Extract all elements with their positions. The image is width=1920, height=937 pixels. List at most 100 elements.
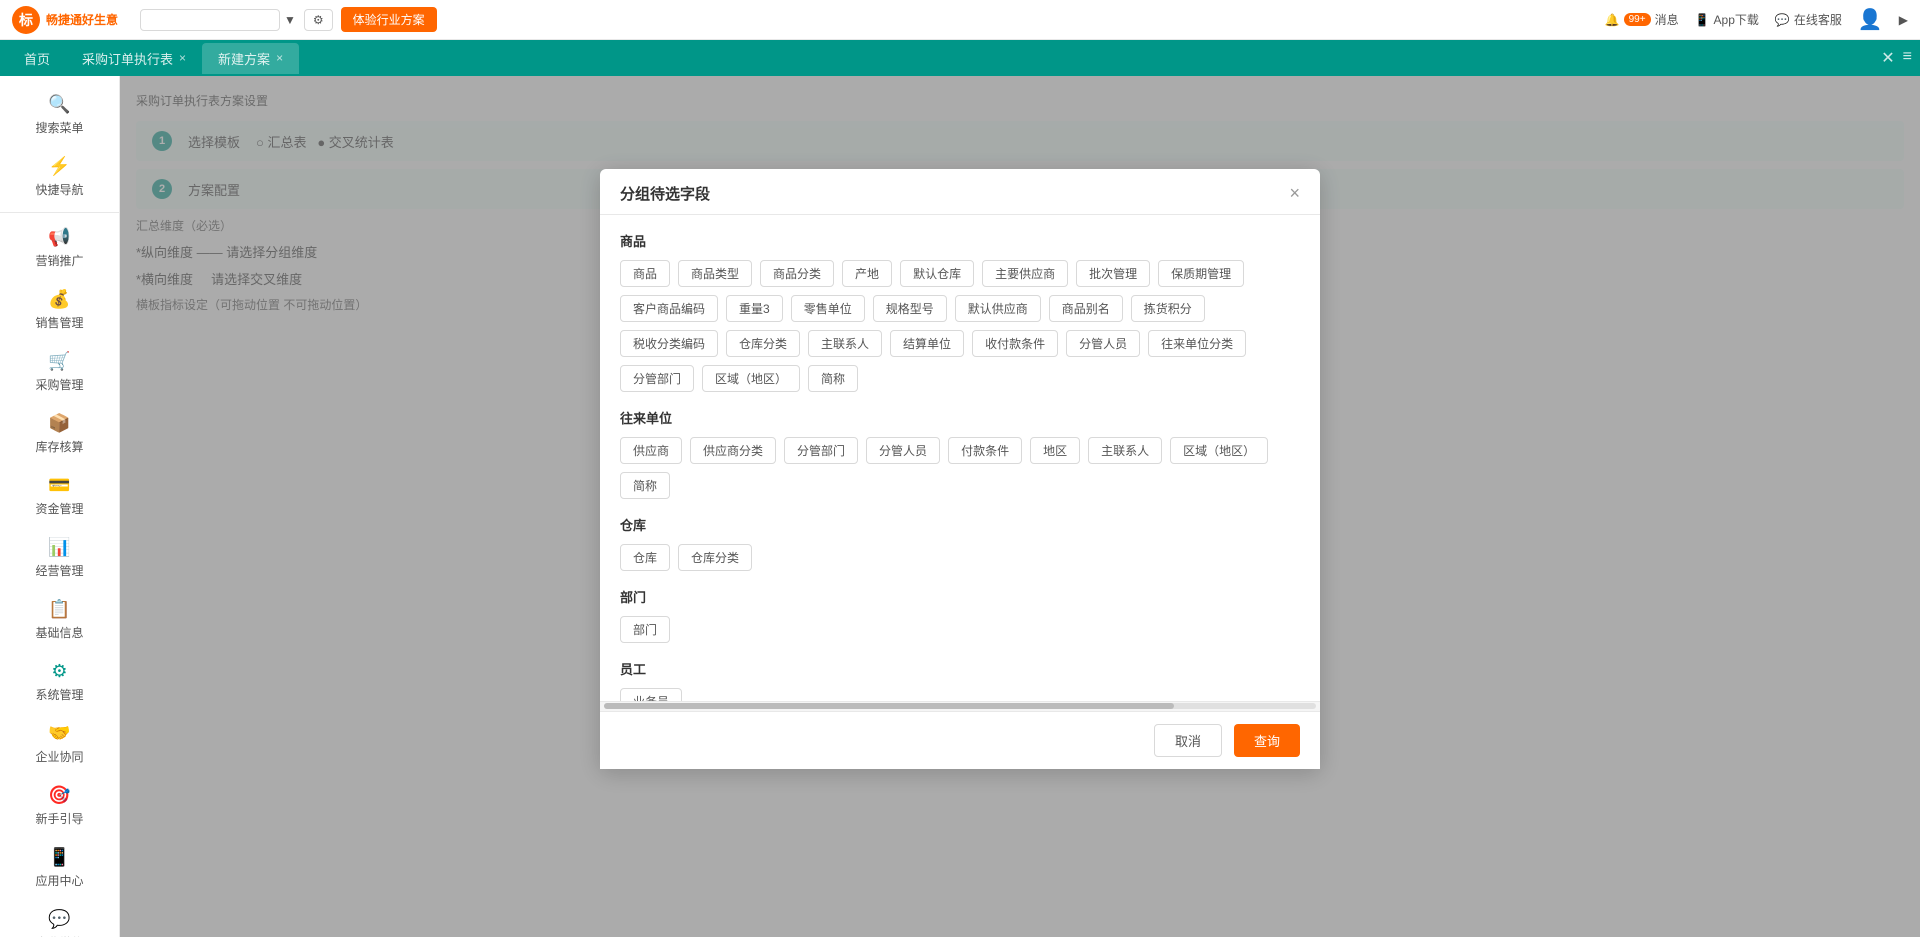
top-header: 标 畅捷通好生意 ▼ ⚙ 体验行业方案 🔔 99+ 消息 📱 App下载 💬 在… [0, 0, 1920, 40]
tab-bar: 首页 采购订单执行表 × 新建方案 × ✕ ≡ [0, 40, 1920, 76]
field-tag-商品-24[interactable]: 简称 [808, 365, 858, 392]
field-tag-商品-19[interactable]: 收付款条件 [972, 330, 1058, 357]
sidebar-item-guide[interactable]: 🎯 新手引导 [0, 775, 119, 837]
field-tag-仓库-1[interactable]: 仓库分类 [678, 544, 752, 571]
sidebar-item-basic[interactable]: 📋 基础信息 [0, 589, 119, 651]
field-tag-往来单位-0[interactable]: 供应商 [620, 437, 682, 464]
sidebar-purchase-label: 采购管理 [35, 376, 83, 393]
header-search-input[interactable] [140, 9, 280, 31]
trial-btn[interactable]: 体验行业方案 [341, 7, 437, 32]
notification-icon: 🔔 [1605, 13, 1620, 27]
field-tag-仓库-0[interactable]: 仓库 [620, 544, 670, 571]
user-expand[interactable]: ▶ [1899, 13, 1908, 27]
field-tag-往来单位-6[interactable]: 主联系人 [1088, 437, 1162, 464]
field-tag-商品-2[interactable]: 商品分类 [760, 260, 834, 287]
field-tag-商品-1[interactable]: 商品类型 [678, 260, 752, 287]
header-settings-btn[interactable]: ⚙ [304, 9, 333, 31]
sidebar-item-finance[interactable]: 💳 资金管理 [0, 465, 119, 527]
field-tag-商品-22[interactable]: 分管部门 [620, 365, 694, 392]
section-fields-往来单位: 供应商供应商分类分管部门分管人员付款条件地区主联系人区域（地区） 简称 [620, 437, 1300, 499]
notification-badge: 99+ [1624, 13, 1651, 26]
field-tag-往来单位-8[interactable]: 简称 [620, 472, 670, 499]
field-tag-商品-11[interactable]: 规格型号 [873, 295, 947, 322]
modal-header: 分组待选字段 × [600, 169, 1320, 215]
field-tag-商品-8[interactable]: 客户商品编码 [620, 295, 718, 322]
sidebar-item-shortcut[interactable]: ⚡ 快捷导航 [0, 146, 119, 208]
sidebar-item-wechat[interactable]: 💬 企业微信 [0, 899, 119, 937]
field-tag-员工-0[interactable]: 业务员 [620, 688, 682, 701]
confirm-button[interactable]: 查询 [1234, 724, 1300, 757]
field-tag-商品-0[interactable]: 商品 [620, 260, 670, 287]
modal-title: 分组待选字段 [620, 183, 710, 204]
field-tag-商品-21[interactable]: 往来单位分类 [1148, 330, 1246, 357]
field-tag-商品-20[interactable]: 分管人员 [1066, 330, 1140, 357]
field-tag-商品-10[interactable]: 零售单位 [791, 295, 865, 322]
operation-icon: 📊 [48, 537, 70, 558]
field-tag-商品-4[interactable]: 默认仓库 [900, 260, 974, 287]
field-tag-商品-7[interactable]: 保质期管理 [1158, 260, 1244, 287]
sidebar-item-search[interactable]: 🔍 搜索菜单 [0, 84, 119, 146]
sidebar-item-inventory[interactable]: 📦 库存核算 [0, 403, 119, 465]
modal-hscroll[interactable] [600, 701, 1320, 711]
section-fields-仓库: 仓库仓库分类 [620, 544, 1300, 571]
notification-item[interactable]: 🔔 99+ 消息 [1605, 11, 1679, 28]
sidebar-item-marketing[interactable]: 📢 营销推广 [0, 217, 119, 279]
appstore-icon: 📱 [48, 847, 70, 868]
field-tag-商品-5[interactable]: 主要供应商 [982, 260, 1068, 287]
field-tag-往来单位-2[interactable]: 分管部门 [784, 437, 858, 464]
section-title-部门: 部门 [620, 587, 1300, 606]
modal-close-btn[interactable]: × [1289, 183, 1300, 204]
field-tag-商品-18[interactable]: 结算单位 [890, 330, 964, 357]
user-avatar[interactable]: 👤 [1858, 7, 1883, 32]
cancel-button[interactable]: 取消 [1154, 724, 1222, 757]
logo-area: 标 畅捷通好生意 [12, 6, 132, 34]
field-tag-商品-9[interactable]: 重量3 [726, 295, 783, 322]
field-tag-往来单位-5[interactable]: 地区 [1030, 437, 1080, 464]
tab-new-plan-close[interactable]: × [276, 51, 283, 65]
guide-icon: 🎯 [48, 785, 70, 806]
sidebar-item-system[interactable]: ⚙ 系统管理 [0, 651, 119, 713]
logo-text: 畅捷通好生意 [46, 11, 118, 28]
app-icon: 📱 [1695, 13, 1710, 27]
field-tag-往来单位-1[interactable]: 供应商分类 [690, 437, 776, 464]
app-label: App下载 [1714, 11, 1759, 28]
service-icon: 💬 [1775, 13, 1790, 27]
field-tag-商品-15[interactable]: 税收分类编码 [620, 330, 718, 357]
collab-icon: 🤝 [48, 723, 70, 744]
header-right: 🔔 99+ 消息 📱 App下载 💬 在线客服 👤 ▶ [1605, 7, 1908, 32]
header-search-dropdown[interactable]: ▼ [284, 13, 296, 27]
field-tag-往来单位-7[interactable]: 区域（地区） [1170, 437, 1268, 464]
marketing-icon: 📢 [48, 227, 70, 248]
tab-purchase-exec[interactable]: 采购订单执行表 × [66, 43, 202, 74]
sidebar-item-collab[interactable]: 🤝 企业协同 [0, 713, 119, 775]
field-tag-商品-14[interactable]: 拣货积分 [1131, 295, 1205, 322]
section-商品: 商品商品商品类型商品分类产地默认仓库主要供应商批次管理保质期管理客户商品编码重量… [620, 231, 1300, 392]
sidebar-operation-label: 经营管理 [35, 562, 83, 579]
field-tag-商品-17[interactable]: 主联系人 [808, 330, 882, 357]
field-tag-部门-0[interactable]: 部门 [620, 616, 670, 643]
tab-home[interactable]: 首页 [8, 43, 66, 74]
sidebar-item-appstore[interactable]: 📱 应用中心 [0, 837, 119, 899]
tab-new-plan[interactable]: 新建方案 × [202, 43, 299, 74]
tab-new-plan-label: 新建方案 [218, 49, 270, 68]
field-tag-商品-6[interactable]: 批次管理 [1076, 260, 1150, 287]
online-service-item[interactable]: 💬 在线客服 [1775, 11, 1842, 28]
section-title-往来单位: 往来单位 [620, 408, 1300, 427]
tab-close-all[interactable]: ✕ [1881, 48, 1894, 68]
sidebar-item-operation[interactable]: 📊 经营管理 [0, 527, 119, 589]
field-tag-往来单位-3[interactable]: 分管人员 [866, 437, 940, 464]
header-search-area: ▼ ⚙ 体验行业方案 [140, 7, 437, 32]
notification-label: 消息 [1655, 11, 1679, 28]
sidebar-item-sales[interactable]: 💰 销售管理 [0, 279, 119, 341]
field-tag-商品-12[interactable]: 默认供应商 [955, 295, 1041, 322]
tab-menu[interactable]: ≡ [1903, 48, 1912, 68]
app-download-item[interactable]: 📱 App下载 [1695, 11, 1759, 28]
field-tag-往来单位-4[interactable]: 付款条件 [948, 437, 1022, 464]
field-tag-商品-13[interactable]: 商品别名 [1049, 295, 1123, 322]
tab-purchase-exec-close[interactable]: × [179, 51, 186, 65]
field-tag-商品-3[interactable]: 产地 [842, 260, 892, 287]
modal-footer: 取消 查询 [600, 711, 1320, 769]
sidebar-item-purchase[interactable]: 🛒 采购管理 [0, 341, 119, 403]
field-tag-商品-23[interactable]: 区域（地区） [702, 365, 800, 392]
field-tag-商品-16[interactable]: 仓库分类 [726, 330, 800, 357]
